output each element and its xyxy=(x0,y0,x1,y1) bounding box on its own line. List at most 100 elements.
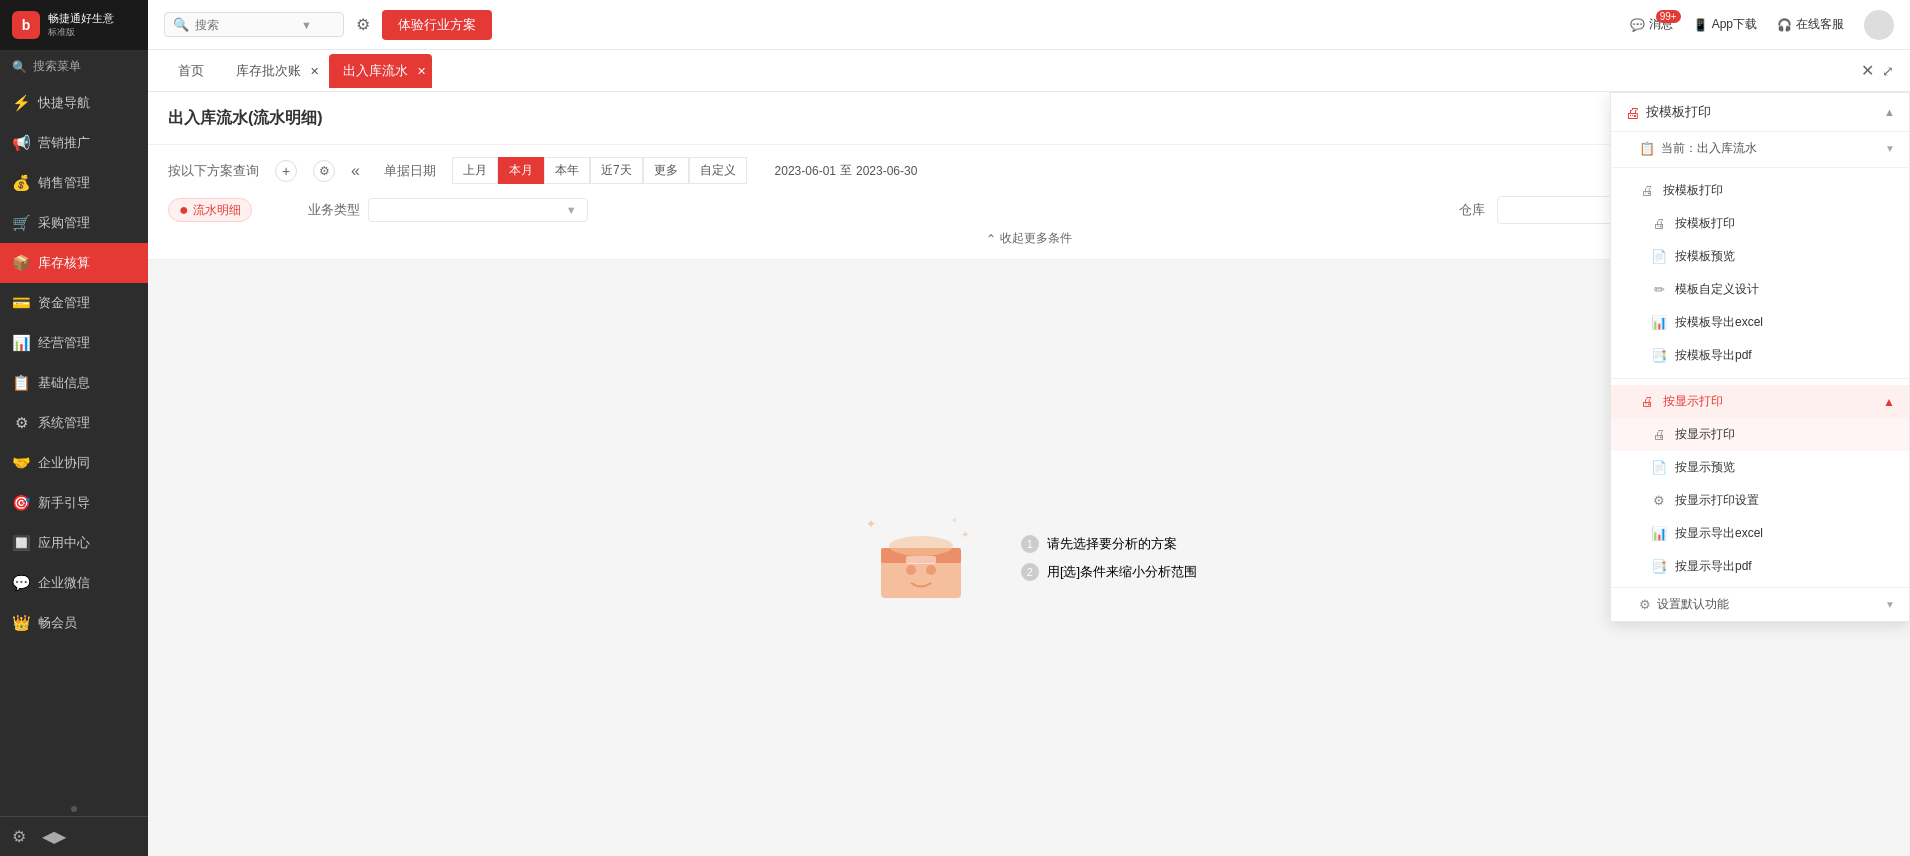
dropdown-template-export-excel-btn[interactable]: 📊 按模板导出excel xyxy=(1611,306,1909,339)
filter-scheme-button[interactable]: ⚙ xyxy=(313,160,335,182)
maximize-window-icon[interactable]: ⤢ xyxy=(1882,63,1894,79)
dropdown-template-export-pdf-btn[interactable]: 📑 按模板导出pdf xyxy=(1611,339,1909,372)
disp-excel-label: 按显示导出excel xyxy=(1675,525,1763,542)
date-range-start: 2023-06-01 xyxy=(775,164,836,178)
svg-text:✦: ✦ xyxy=(961,529,969,540)
sidebar-item-sales[interactable]: 💰 销售管理 xyxy=(0,163,148,203)
sidebar-item-wechat[interactable]: 💬 企业微信 xyxy=(0,563,148,603)
topbar-gear-icon[interactable]: ⚙ xyxy=(356,15,370,34)
sales-icon: 💰 xyxy=(12,174,30,192)
sidebar-item-label: 经营管理 xyxy=(38,334,90,352)
svg-point-5 xyxy=(926,565,936,575)
dropdown-template-preview-btn[interactable]: 📄 按模板预览 xyxy=(1611,240,1909,273)
date-btn-last-month[interactable]: 上月 xyxy=(452,157,498,184)
filter-add-button[interactable]: + xyxy=(275,160,297,182)
dropdown-display-settings-btn[interactable]: ⚙ 按显示打印设置 xyxy=(1611,484,1909,517)
date-btn-7days[interactable]: 近7天 xyxy=(590,157,643,184)
display-section-icon: 🖨 xyxy=(1639,394,1655,409)
template-section-icon: 🖨 xyxy=(1639,183,1655,198)
online-service-button[interactable]: 🎧 在线客服 xyxy=(1777,16,1844,33)
topbar-search-input[interactable] xyxy=(195,18,295,32)
tab-home-label: 首页 xyxy=(178,62,204,80)
footer-label: 设置默认功能 xyxy=(1657,596,1729,613)
sidebar-item-label: 采购管理 xyxy=(38,214,90,232)
sidebar-item-operations[interactable]: 📊 经营管理 xyxy=(0,323,148,363)
dropdown-display-print-btn[interactable]: 🖨 按显示打印 xyxy=(1611,418,1909,451)
filter-tag[interactable]: ● 流水明细 xyxy=(168,198,252,222)
tpl-preview-label: 按模板预览 xyxy=(1675,248,1735,265)
warehouse-label: 仓库 xyxy=(1459,201,1485,219)
sidebar-item-app-center[interactable]: 🔲 应用中心 xyxy=(0,523,148,563)
sidebar-item-label: 畅会员 xyxy=(38,614,77,632)
tab-inventory-batch-close[interactable]: ✕ xyxy=(310,65,319,76)
dropdown-footer[interactable]: ⚙ 设置默认功能 ▼ xyxy=(1611,587,1909,621)
sidebar-nav: ⚡ 快捷导航 📢 营销推广 💰 销售管理 🛒 采购管理 📦 库存核算 💳 资金管… xyxy=(0,83,148,802)
sidebar-item-newbie[interactable]: 🎯 新手引导 xyxy=(0,483,148,523)
sidebar-bottom: ⚙ ◀▶ xyxy=(0,816,148,856)
current-icon: 📋 xyxy=(1639,141,1655,156)
user-avatar[interactable] xyxy=(1864,10,1894,40)
date-btn-this-month[interactable]: 本月 xyxy=(498,157,544,184)
app-download-button[interactable]: 📱 App下载 xyxy=(1693,16,1757,33)
close-window-icon[interactable]: ✕ xyxy=(1861,61,1874,80)
sidebar-item-label: 销售管理 xyxy=(38,174,90,192)
search-caret-icon: ▼ xyxy=(301,19,312,31)
svg-point-3 xyxy=(889,536,953,556)
purchase-icon: 🛒 xyxy=(12,214,30,232)
empty-state: ✦ ✦ ✦ 1 请先选择要分析的方案 2 用[选]条件来缩小分析范围 xyxy=(861,508,1197,608)
sidebar-item-purchase[interactable]: 🛒 采购管理 xyxy=(0,203,148,243)
disp-print-icon: 🖨 xyxy=(1651,427,1667,442)
sidebar-item-finance[interactable]: 💳 资金管理 xyxy=(0,283,148,323)
sidebar-item-label: 企业微信 xyxy=(38,574,90,592)
filter-scheme-label: 按以下方案查询 xyxy=(168,162,259,180)
collapse-sidebar-icon[interactable]: ◀▶ xyxy=(42,827,66,846)
sidebar-item-member[interactable]: 👑 畅会员 xyxy=(0,603,148,643)
tab-bar: 首页 库存批次账 ✕ 出入库流水 ✕ ✕ ⤢ xyxy=(148,50,1910,92)
tab-inout-flow[interactable]: 出入库流水 ✕ xyxy=(329,54,432,88)
date-btn-custom[interactable]: 自定义 xyxy=(689,157,747,184)
dropdown-display-export-pdf-btn[interactable]: 📑 按显示导出pdf xyxy=(1611,550,1909,583)
topbar-search-box[interactable]: 🔍 ▼ xyxy=(164,12,344,37)
sidebar-item-marketing[interactable]: 📢 营销推广 xyxy=(0,123,148,163)
sidebar-item-quick-nav[interactable]: ⚡ 快捷导航 xyxy=(0,83,148,123)
tpl-pdf-label: 按模板导出pdf xyxy=(1675,347,1752,364)
settings-icon[interactable]: ⚙ xyxy=(12,827,26,846)
sidebar-item-basic-info[interactable]: 📋 基础信息 xyxy=(0,363,148,403)
tpl-design-label: 模板自定义设计 xyxy=(1675,281,1759,298)
dropdown-header-icon: 🖨 xyxy=(1625,104,1640,121)
sidebar-item-label: 基础信息 xyxy=(38,374,90,392)
tab-home[interactable]: 首页 xyxy=(164,54,218,88)
dropdown-template-print-btn[interactable]: 🖨 按模板打印 xyxy=(1611,207,1909,240)
quick-nav-icon: ⚡ xyxy=(12,94,30,112)
sidebar-item-system[interactable]: ⚙ 系统管理 xyxy=(0,403,148,443)
tab-inventory-batch[interactable]: 库存批次账 ✕ xyxy=(222,54,325,88)
dropdown-template-design-btn[interactable]: ✏ 模板自定义设计 xyxy=(1611,273,1909,306)
filter-collapse-icon[interactable]: « xyxy=(351,162,360,180)
sidebar-item-label: 库存核算 xyxy=(38,254,90,272)
tpl-excel-icon: 📊 xyxy=(1651,315,1667,330)
dropdown-current[interactable]: 📋 当前：出入库流水 ▼ xyxy=(1611,132,1909,165)
business-type-select[interactable]: ▼ xyxy=(368,198,588,222)
dropdown-display-print-header[interactable]: 🖨 按显示打印 ▲ xyxy=(1611,385,1909,418)
dropdown-display-preview-btn[interactable]: 📄 按显示预览 xyxy=(1611,451,1909,484)
filter-date-label: 单据日期 xyxy=(384,162,436,180)
sidebar-item-label: 应用中心 xyxy=(38,534,90,552)
industry-solution-button[interactable]: 体验行业方案 xyxy=(382,10,492,40)
message-button[interactable]: 💬 消息 99+ xyxy=(1630,16,1673,33)
search-menu-item[interactable]: 🔍 搜索菜单 xyxy=(0,50,148,83)
dropdown-close-arrow[interactable]: ▲ xyxy=(1884,106,1895,118)
tab-inout-flow-close[interactable]: ✕ xyxy=(417,65,426,76)
sidebar-item-label: 系统管理 xyxy=(38,414,90,432)
date-btn-more[interactable]: 更多 xyxy=(643,157,689,184)
app-logo: b 畅捷通好生意 标准版 xyxy=(0,0,148,50)
dropdown-template-print-header[interactable]: 🖨 按模板打印 xyxy=(1611,174,1909,207)
collapse-conditions-button[interactable]: ⌃ 收起更多条件 xyxy=(986,230,1072,247)
sidebar-item-inventory[interactable]: 📦 库存核算 xyxy=(0,243,148,283)
system-icon: ⚙ xyxy=(12,414,30,432)
svg-text:✦: ✦ xyxy=(866,517,876,531)
dropdown-display-export-excel-btn[interactable]: 📊 按显示导出excel xyxy=(1611,517,1909,550)
current-arrow: ▼ xyxy=(1885,143,1895,154)
date-btn-this-year[interactable]: 本年 xyxy=(544,157,590,184)
app-version: 标准版 xyxy=(48,26,114,39)
sidebar-item-enterprise[interactable]: 🤝 企业协同 xyxy=(0,443,148,483)
